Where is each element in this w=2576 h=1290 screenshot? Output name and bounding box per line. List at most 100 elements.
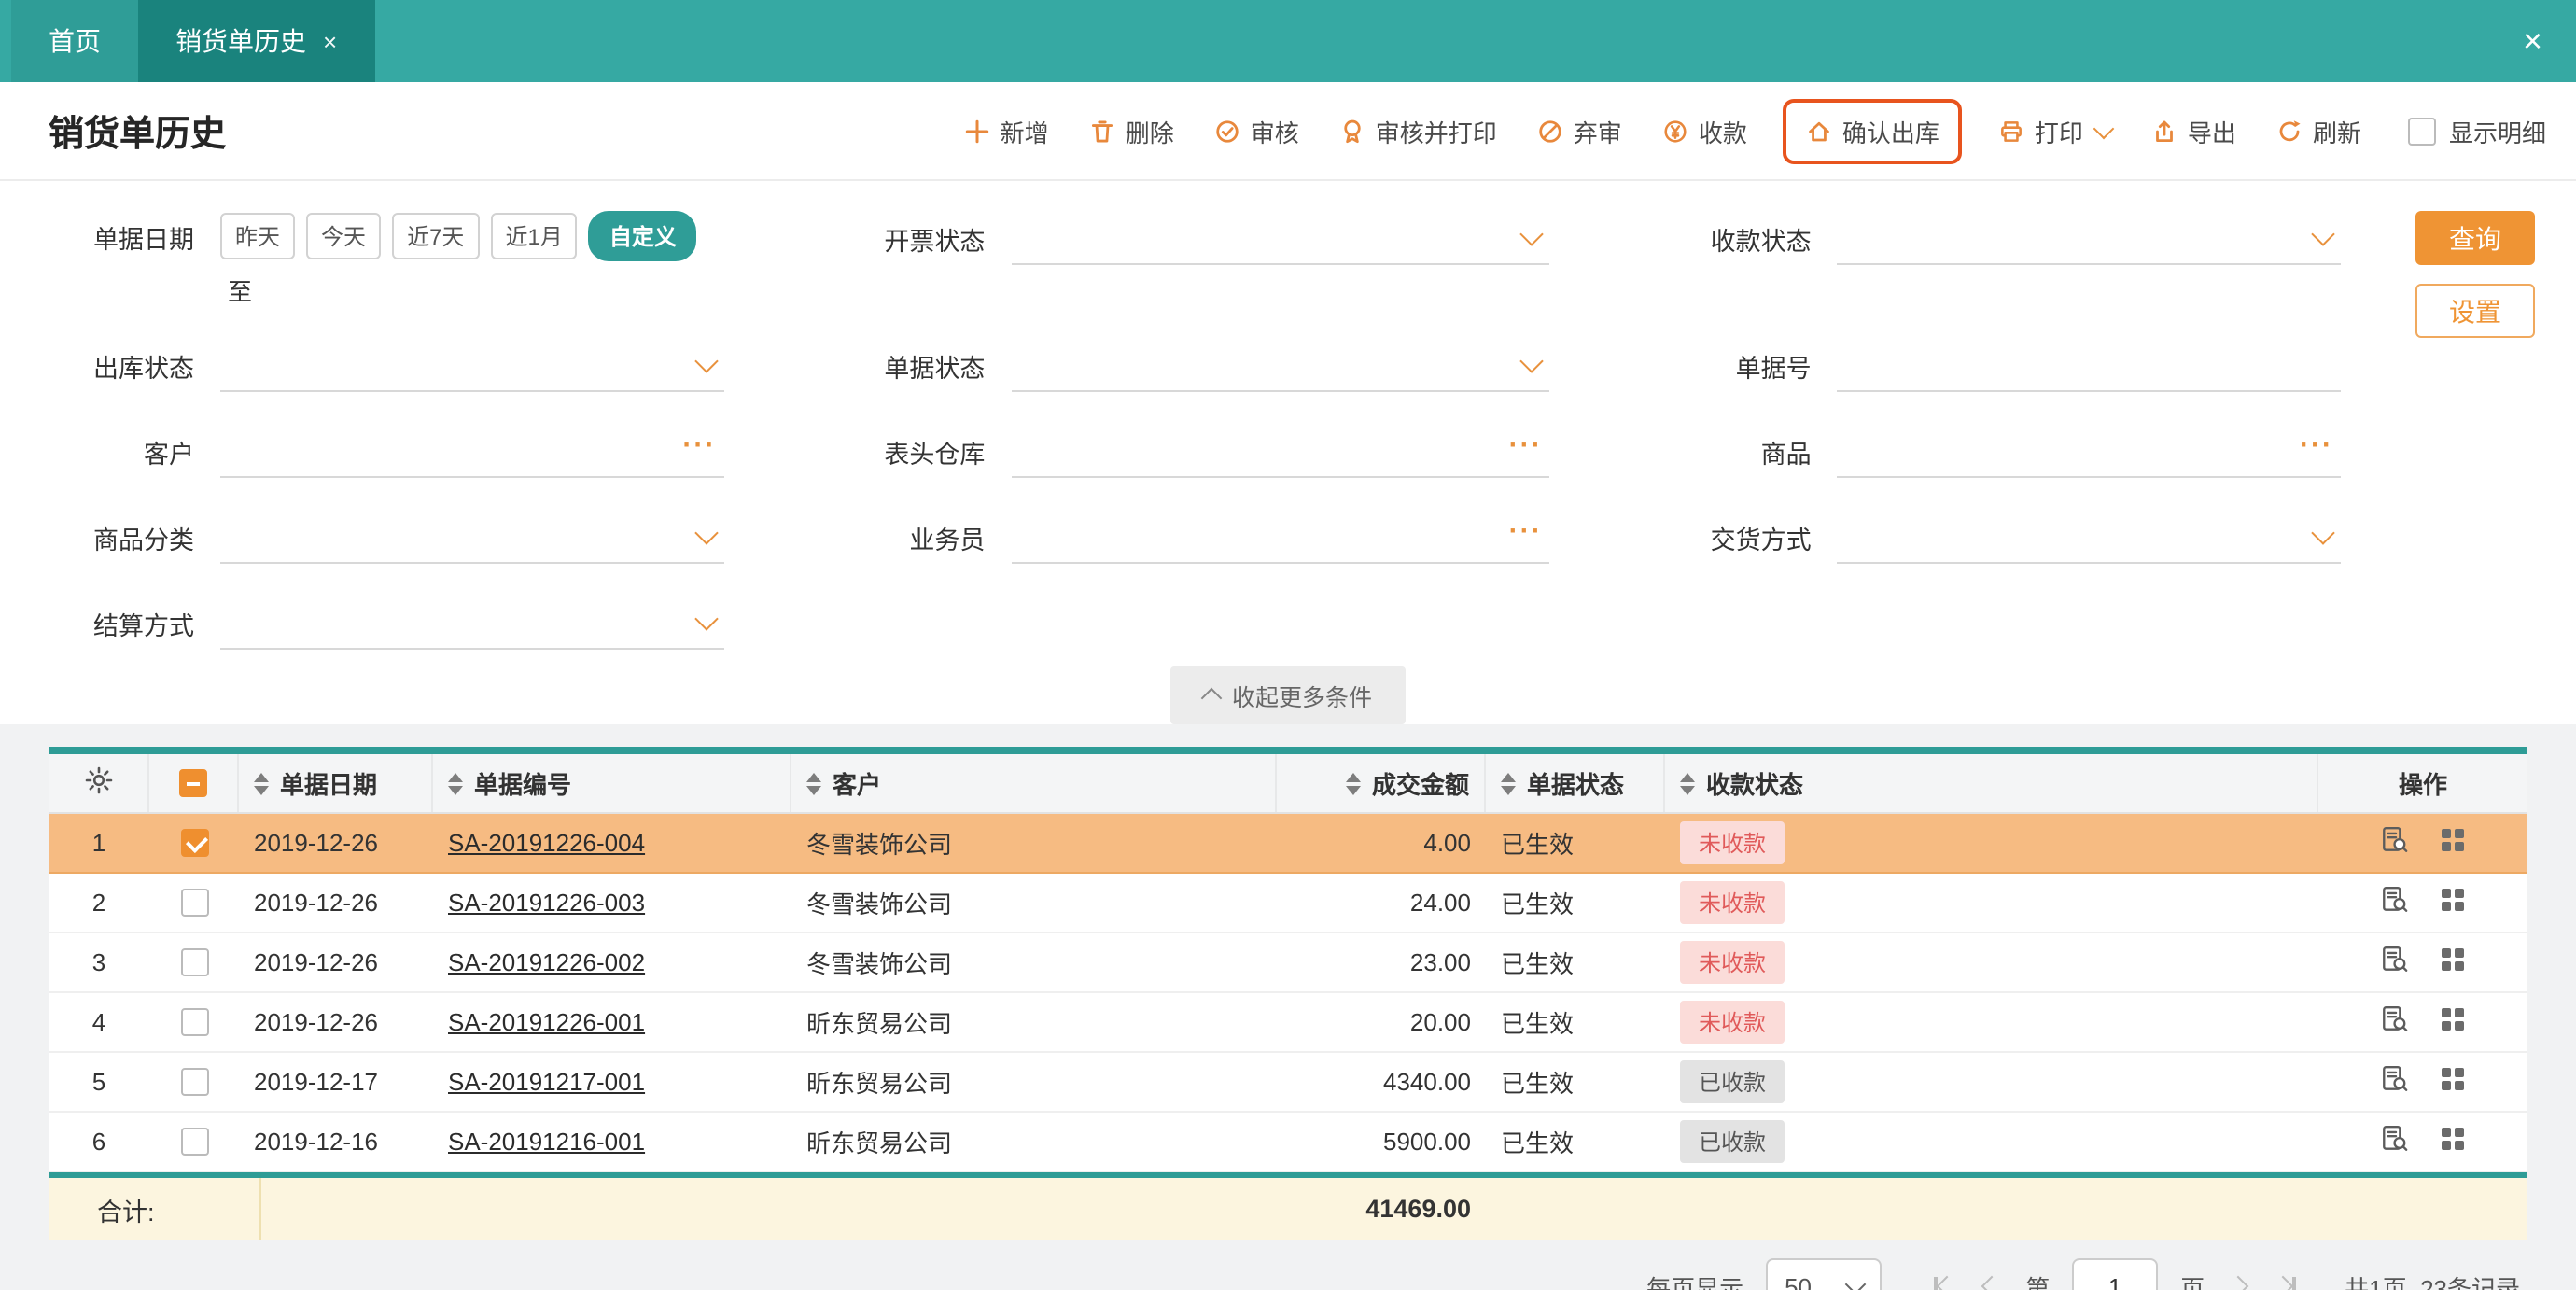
customer-lookup[interactable]: ··· [220,426,724,478]
cell-actions [2318,933,2527,991]
row-checkbox[interactable] [149,874,239,932]
column-header-payment[interactable]: 收款状态 [1665,754,2318,812]
preview-icon[interactable] [2380,825,2410,861]
collect-payment-button[interactable]: 收款 [1658,105,1751,156]
abandon-audit-button[interactable]: 弃审 [1533,105,1626,156]
prev-page-button[interactable] [1981,1275,2003,1290]
row-checkbox[interactable] [149,1053,239,1111]
cell-payment: 未收款 [1665,993,2318,1051]
preview-icon[interactable] [2380,1004,2410,1040]
per-page-select[interactable]: 50 [1766,1258,1883,1290]
invoice-status-select[interactable] [1011,213,1550,265]
doc-no-link[interactable]: SA-20191217-001 [448,1068,645,1096]
delete-button[interactable]: 删除 [1085,105,1178,156]
doc-no-link[interactable]: SA-20191226-002 [448,948,645,976]
cell-amount: 20.00 [1409,1008,1471,1036]
tab-close-icon[interactable]: × [323,27,337,55]
table-row[interactable]: 5 2019-12-17 SA-20191217-001 昕东贸易公司 4340… [49,1053,2527,1113]
column-header-customer[interactable]: 客户 [791,754,1277,812]
payment-status-select[interactable] [1837,213,2341,265]
product-lookup[interactable]: ··· [1837,426,2341,478]
sort-icon [1345,772,1361,794]
salesperson-lookup[interactable]: ··· [1011,512,1550,564]
table-row[interactable]: 1 2019-12-26 SA-20191226-004 冬雪装饰公司 4.00… [49,814,2527,874]
delivery-method-select[interactable] [1837,512,2341,564]
preview-icon[interactable] [2380,1124,2410,1159]
refresh-icon [2275,117,2303,145]
column-header-amount[interactable]: 成交金额 [1277,754,1486,812]
doc-no-link[interactable]: SA-20191226-004 [448,829,645,857]
window-close-icon[interactable]: × [2489,0,2576,82]
cell-amount: 23.00 [1409,948,1471,976]
next-page-button[interactable] [2227,1275,2249,1290]
audit-print-button[interactable]: 审核并打印 [1335,105,1501,156]
tab-sales-history[interactable]: 销货单历史 × [138,0,375,82]
doc-no-link[interactable]: SA-20191226-001 [448,1008,645,1036]
column-settings-button[interactable] [49,754,149,812]
table-row[interactable]: 6 2019-12-16 SA-20191216-001 昕东贸易公司 5900… [49,1113,2527,1172]
row-checkbox[interactable] [149,933,239,991]
settings-button[interactable]: 设置 [2415,284,2535,338]
audit-button[interactable]: 审核 [1210,105,1303,156]
quick-custom-button[interactable]: 自定义 [588,211,697,261]
app-window: 首页 销货单历史 × × 销货单历史 新增 删除 审核 审核并打印 弃审 收款 … [0,0,2576,1290]
doc-no-input[interactable] [1837,340,2341,392]
quick-7days-button[interactable]: 近7天 [392,213,480,259]
show-detail-checkbox[interactable]: 显示明细 [2407,113,2546,148]
row-number: 4 [91,1008,106,1036]
cell-doc-no: SA-20191226-001 [433,993,791,1051]
cell-doc-no: SA-20191226-003 [433,874,791,932]
page-number-input[interactable] [2072,1258,2159,1290]
preview-icon[interactable] [2380,945,2410,980]
export-button[interactable]: 导出 [2147,105,2240,156]
product-category-select[interactable] [220,512,724,564]
column-header-date[interactable]: 单据日期 [239,754,433,812]
add-button[interactable]: 新增 [959,105,1053,156]
tab-home[interactable]: 首页 [11,0,138,82]
doc-no-link[interactable]: SA-20191216-001 [448,1128,645,1156]
cell-payment: 未收款 [1665,874,2318,932]
row-checkbox[interactable] [149,814,239,872]
chevron-down-icon [1844,1272,1867,1290]
quick-1month-button[interactable]: 近1月 [490,213,578,259]
row-checkbox[interactable] [149,1113,239,1171]
export-icon [2150,117,2178,145]
confirm-outbound-button[interactable]: 确认出库 [1782,98,1962,163]
column-header-status[interactable]: 单据状态 [1486,754,1665,812]
ellipsis-icon: ··· [682,429,717,461]
query-button[interactable]: 查询 [2415,211,2535,265]
toolbar: 销货单历史 新增 删除 审核 审核并打印 弃审 收款 确认出库 打印 导出 刷新… [0,82,2576,181]
preview-icon[interactable] [2380,1064,2410,1100]
column-header-doc-no[interactable]: 单据编号 [433,754,791,812]
warehouse-lookup[interactable]: ··· [1011,426,1550,478]
doc-no-link[interactable]: SA-20191226-003 [448,889,645,917]
quick-today-button[interactable]: 今天 [306,213,382,259]
table-row[interactable]: 3 2019-12-26 SA-20191226-002 冬雪装饰公司 23.0… [49,933,2527,993]
filter-salesperson: 业务员 ··· [805,510,1550,566]
select-all-checkbox[interactable] [149,754,239,812]
doc-status-select[interactable] [1011,340,1550,392]
settlement-method-select[interactable] [220,597,724,650]
grid-actions-icon[interactable] [2440,1126,2466,1157]
cell-date: 2019-12-26 [254,889,378,917]
grid-actions-icon[interactable] [2440,946,2466,978]
table-row[interactable]: 2 2019-12-26 SA-20191226-003 冬雪装饰公司 24.0… [49,874,2527,933]
filter-settlement-method: 结算方式 [15,596,724,652]
grid-actions-icon[interactable] [2440,1066,2466,1098]
row-number: 2 [91,889,106,917]
refresh-button[interactable]: 刷新 [2272,105,2365,156]
outbound-status-select[interactable] [220,340,724,392]
row-checkbox[interactable] [149,993,239,1051]
row-number: 1 [91,829,106,857]
last-page-button[interactable] [2272,1275,2300,1290]
grid-actions-icon[interactable] [2440,1006,2466,1038]
quick-yesterday-button[interactable]: 昨天 [220,213,296,259]
collapse-filters-button[interactable]: 收起更多条件 [1169,666,1406,724]
grid-actions-icon[interactable] [2440,887,2466,918]
print-button[interactable]: 打印 [1994,105,2115,156]
grid-actions-icon[interactable] [2440,827,2466,859]
table-row[interactable]: 4 2019-12-26 SA-20191226-001 昕东贸易公司 20.0… [49,993,2527,1053]
preview-icon[interactable] [2380,885,2410,920]
first-page-button[interactable] [1930,1275,1958,1290]
cell-date: 2019-12-26 [254,1008,378,1036]
